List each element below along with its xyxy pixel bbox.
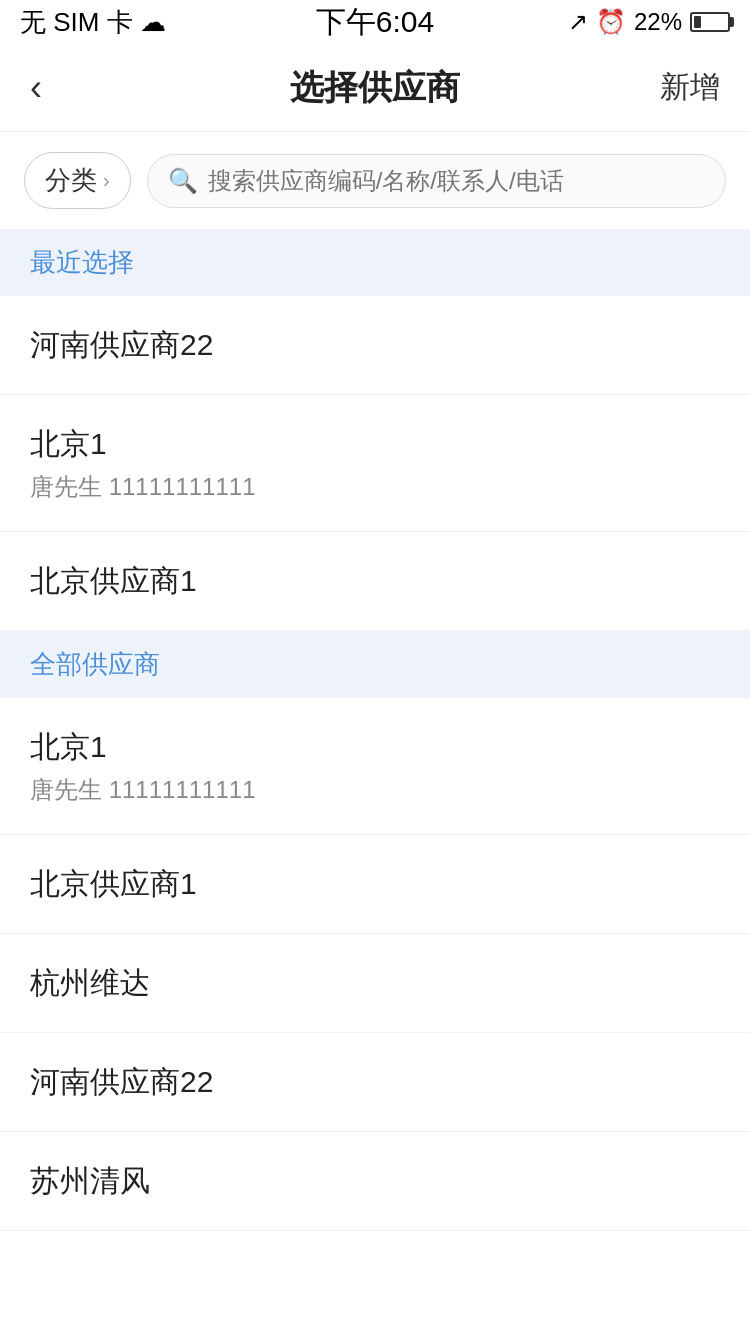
category-filter-button[interactable]: 分类 › [24, 152, 131, 209]
all-list-item[interactable]: 河南供应商22 [0, 1033, 750, 1132]
status-left: 无 SIM 卡 ☁ [20, 5, 166, 40]
all-list-item[interactable]: 北京1 唐先生 11111111111 [0, 698, 750, 835]
search-box: 🔍 [147, 154, 726, 208]
list-item-name: 北京供应商1 [30, 560, 720, 602]
all-section-header: 全部供应商 [0, 631, 750, 698]
no-sim-text: 无 SIM 卡 ☁ [20, 5, 166, 40]
nav-bar: ‹ 选择供应商 新增 [0, 44, 750, 132]
add-button[interactable]: 新增 [660, 67, 720, 108]
all-list-item[interactable]: 苏州清风 [0, 1132, 750, 1231]
back-button[interactable]: ‹ [30, 67, 90, 109]
filter-bar: 分类 › 🔍 [0, 132, 750, 229]
category-label: 分类 [45, 163, 97, 198]
list-item-name: 苏州清风 [30, 1160, 720, 1202]
list-item-name: 北京1 [30, 726, 720, 768]
list-item-name: 杭州维达 [30, 962, 720, 1004]
list-item-name: 河南供应商22 [30, 1061, 720, 1103]
location-icon: ↗ [568, 8, 588, 36]
recent-list-item[interactable]: 河南供应商22 [0, 296, 750, 395]
recent-list: 河南供应商22 北京1 唐先生 11111111111 北京供应商1 [0, 296, 750, 631]
recent-section-header: 最近选择 [0, 229, 750, 296]
search-icon: 🔍 [168, 167, 198, 195]
list-item-name: 河南供应商22 [30, 324, 720, 366]
chevron-right-icon: › [103, 169, 110, 192]
list-item-name: 北京1 [30, 423, 720, 465]
battery-percent: 22% [634, 8, 682, 36]
list-item-name: 北京供应商1 [30, 863, 720, 905]
alarm-icon: ⏰ [596, 8, 626, 36]
all-list-item[interactable]: 北京供应商1 [0, 835, 750, 934]
page-title: 选择供应商 [290, 65, 460, 111]
search-input[interactable] [208, 167, 705, 195]
list-item-sub: 唐先生 11111111111 [30, 774, 720, 806]
recent-list-item[interactable]: 北京1 唐先生 11111111111 [0, 395, 750, 532]
all-list: 北京1 唐先生 11111111111 北京供应商1 杭州维达 河南供应商22 … [0, 698, 750, 1231]
status-time: 下午6:04 [316, 2, 434, 43]
battery-icon [690, 12, 730, 32]
recent-list-item[interactable]: 北京供应商1 [0, 532, 750, 631]
list-item-sub: 唐先生 11111111111 [30, 471, 720, 503]
status-right: ↗ ⏰ 22% [568, 8, 730, 36]
status-bar: 无 SIM 卡 ☁ 下午6:04 ↗ ⏰ 22% [0, 0, 750, 44]
all-list-item[interactable]: 杭州维达 [0, 934, 750, 1033]
